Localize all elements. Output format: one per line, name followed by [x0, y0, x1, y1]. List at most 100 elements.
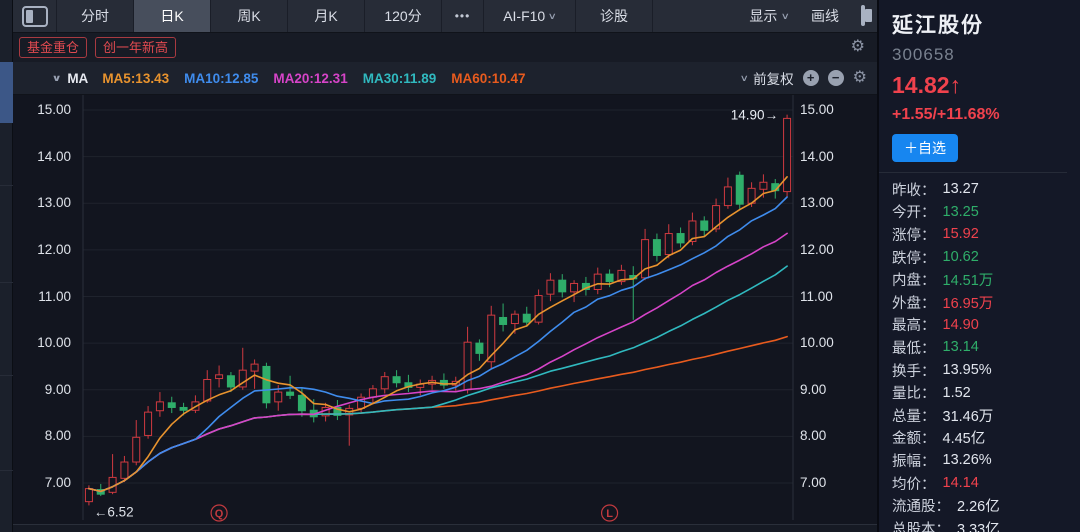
- panel-left-icon: [22, 6, 48, 27]
- stat-value: 13.14: [943, 339, 979, 355]
- stat-row: 量比： 1.52: [892, 381, 1080, 404]
- stat-value: 1.52: [943, 385, 971, 401]
- y-axis-label-right: 7.00: [800, 475, 826, 490]
- svg-text:L: L: [606, 508, 613, 520]
- price-change: +1.55/+11.68%: [892, 106, 1080, 124]
- collapse-left-panel-button[interactable]: [13, 0, 57, 32]
- y-axis-label-left: 11.00: [13, 289, 71, 304]
- zoom-in-button[interactable]: +: [803, 70, 819, 86]
- stock-app-window: 分时日K 周K 月K 120分 •••AI-F10∨ 诊股 显示 ∨ 画线 基金重仓创一年…: [0, 0, 1080, 532]
- left-dock-strip: [0, 0, 13, 532]
- zoom-out-button[interactable]: −: [828, 70, 844, 86]
- chevron-down-icon: ∨: [548, 11, 557, 22]
- stat-label: 昨收：: [892, 179, 936, 200]
- price-adjust-selector[interactable]: ∨ 前复权: [741, 68, 794, 88]
- stat-label: 换手：: [892, 360, 936, 381]
- y-axis-label-right: 10.00: [800, 335, 834, 350]
- period-tabs: 分时日K 周K 月K 120分 •••AI-F10∨ 诊股: [57, 0, 653, 32]
- pane-divider[interactable]: [13, 524, 877, 532]
- stat-label: 内盘：: [892, 269, 936, 290]
- tab-诊股[interactable]: 诊股: [576, 0, 653, 32]
- y-axis-label-right: 14.00: [800, 149, 834, 164]
- stat-value: 15.92: [943, 226, 979, 242]
- stat-label: 振幅：: [892, 450, 936, 471]
- stat-label: 涨停：: [892, 224, 936, 245]
- stock-tag[interactable]: 创一年新高: [95, 37, 176, 58]
- stat-value: 14.14: [943, 475, 979, 491]
- gear-icon[interactable]: ⚙: [853, 70, 867, 86]
- stat-row: 总量：31.46万: [892, 404, 1080, 427]
- draw-line-button[interactable]: 画线: [811, 6, 839, 26]
- tab-120分[interactable]: 120分: [365, 0, 442, 32]
- stat-label: 总股本：: [892, 518, 950, 532]
- stat-row: 换手： 13.95%: [892, 359, 1080, 382]
- ma-label: MA: [67, 71, 88, 86]
- stat-value: 13.27: [943, 181, 979, 197]
- stat-row: 流通股：2.26亿: [892, 494, 1080, 517]
- event-marker-L[interactable]: L: [602, 505, 618, 521]
- stat-row: 金额： 4.45亿: [892, 427, 1080, 450]
- tab-日K[interactable]: 日K: [134, 0, 211, 32]
- tab-label: 周K: [237, 6, 260, 26]
- collapse-right-panel-button[interactable]: [861, 7, 865, 25]
- tab-分时[interactable]: 分时: [57, 0, 134, 32]
- add-watchlist-button[interactable]: ＋自选: [892, 134, 958, 162]
- stat-value: 10.62: [943, 249, 979, 265]
- adjust-label: 前复权: [753, 68, 794, 88]
- stat-label: 金额：: [892, 427, 936, 448]
- chart-main-column: 分时日K 周K 月K 120分 •••AI-F10∨ 诊股 显示 ∨ 画线 基金重仓创一年…: [13, 0, 877, 532]
- stat-label: 最高：: [892, 314, 936, 335]
- toolbar-right-group: 显示 ∨ 画线: [749, 0, 877, 32]
- chevron-down-icon: ∨: [52, 73, 62, 84]
- stat-label: 外盘：: [892, 292, 936, 313]
- gear-icon[interactable]: ⚙: [851, 39, 865, 55]
- stat-value: 16.95万: [943, 292, 994, 313]
- stock-code: 300658: [892, 45, 1080, 65]
- dock-divider: [0, 185, 13, 186]
- ma-collapse-toggle[interactable]: ∨ MA: [53, 71, 88, 86]
- stat-label: 均价：: [892, 473, 936, 494]
- tab-•••[interactable]: •••: [442, 0, 484, 32]
- stat-value: 2.26亿: [957, 495, 1000, 516]
- kline-chart[interactable]: 14.90→←6.52QL 15.0015.0014.0014.0013.001…: [13, 95, 877, 532]
- y-axis-label-left: 9.00: [13, 382, 71, 397]
- display-menu-button[interactable]: 显示 ∨: [749, 6, 789, 26]
- tab-label: 诊股: [600, 6, 628, 26]
- y-axis-label-left: 15.00: [13, 102, 71, 117]
- stat-row: 昨收： 13.27: [892, 178, 1080, 201]
- stat-row: 外盘： 16.95万: [892, 291, 1080, 314]
- candlestick-canvas[interactable]: 14.90→←6.52QL: [13, 95, 877, 532]
- tab-label: 120分: [384, 6, 421, 26]
- stat-value: 13.26%: [943, 452, 992, 468]
- stat-value: 31.46万: [943, 405, 994, 426]
- stock-tag[interactable]: 基金重仓: [19, 37, 87, 58]
- stat-label: 今开：: [892, 201, 936, 222]
- period-toolbar: 分时日K 周K 月K 120分 •••AI-F10∨ 诊股 显示 ∨ 画线: [13, 0, 877, 33]
- chevron-down-icon: ∨: [739, 73, 748, 84]
- stat-value: 13.95%: [943, 362, 992, 378]
- ma-value-MA20: MA20:12.31: [273, 71, 347, 86]
- ma-value-MA10: MA10:12.85: [184, 71, 258, 86]
- tab-周K[interactable]: 周K: [211, 0, 288, 32]
- current-price: 14.82↑: [892, 72, 1080, 99]
- dock-divider: [0, 375, 13, 376]
- left-dock-active-item[interactable]: [0, 62, 13, 123]
- stat-value: 3.33亿: [957, 518, 1000, 532]
- y-axis-label-left: 13.00: [13, 195, 71, 210]
- stat-label: 量比：: [892, 382, 936, 403]
- tab-label: 月K: [314, 6, 337, 26]
- y-axis-label-right: 12.00: [800, 242, 834, 257]
- event-marker-Q[interactable]: Q: [211, 505, 227, 521]
- stat-value: 4.45亿: [943, 427, 986, 448]
- draw-line-label: 画线: [811, 6, 839, 26]
- stat-row: 总股本： 3.33亿: [892, 517, 1080, 532]
- y-axis-label-left: 14.00: [13, 149, 71, 164]
- ma-value-MA60: MA60:10.47: [451, 71, 525, 86]
- y-axis-label-left: 12.00: [13, 242, 71, 257]
- y-axis-label-left: 7.00: [13, 475, 71, 490]
- tab-AI-F10[interactable]: AI-F10∨: [484, 0, 576, 32]
- quote-stats-list: 昨收：13.27今开：13.25涨停：15.92跌停：10.62内盘：14.51…: [892, 178, 1080, 532]
- tab-月K[interactable]: 月K: [288, 0, 365, 32]
- svg-text:Q: Q: [215, 508, 224, 520]
- y-axis-label-right: 8.00: [800, 428, 826, 443]
